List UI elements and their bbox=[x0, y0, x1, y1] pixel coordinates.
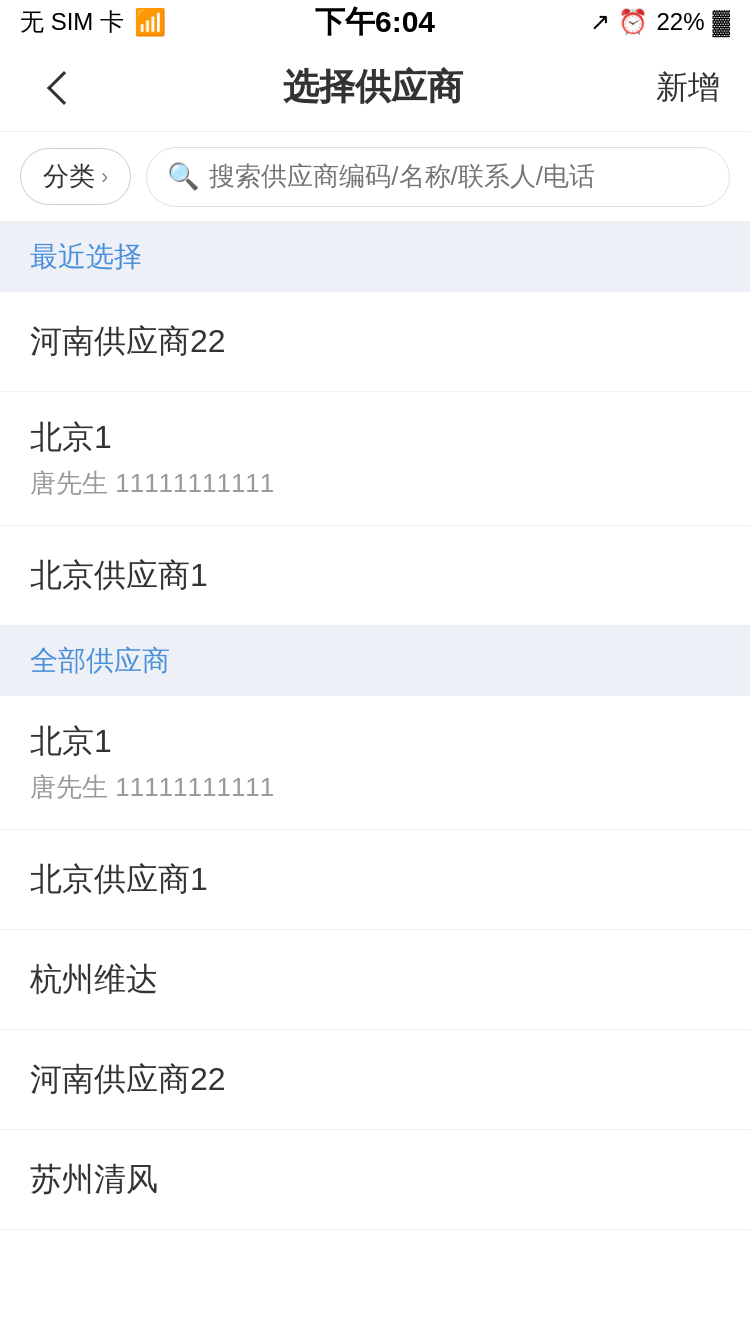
new-action-button[interactable]: 新增 bbox=[656, 66, 720, 110]
item-sub: 唐先生 11111111111 bbox=[30, 770, 720, 805]
item-name: 北京1 bbox=[30, 720, 720, 764]
all-section-header: 全部供应商 bbox=[0, 626, 750, 696]
battery-icon: ▓ bbox=[713, 8, 731, 36]
chevron-right-icon: › bbox=[101, 164, 108, 190]
all-list-item[interactable]: 河南供应商22 bbox=[0, 1030, 750, 1130]
wifi-icon: 📶 bbox=[134, 7, 166, 38]
nav-title: 选择供应商 bbox=[283, 63, 463, 112]
alarm-icon: ⏰ bbox=[618, 8, 648, 36]
location-icon: ↗ bbox=[590, 8, 610, 36]
nav-bar: 选择供应商 新增 bbox=[0, 44, 750, 132]
all-list-item[interactable]: 北京1 唐先生 11111111111 bbox=[0, 696, 750, 830]
search-input[interactable] bbox=[209, 161, 709, 192]
item-name: 河南供应商22 bbox=[30, 320, 720, 364]
category-label: 分类 bbox=[43, 159, 95, 194]
back-arrow-icon bbox=[47, 71, 81, 105]
search-box: 🔍 bbox=[146, 147, 730, 207]
recent-section-title: 最近选择 bbox=[30, 238, 142, 276]
status-right: ↗ ⏰ 22% ▓ bbox=[590, 8, 730, 36]
all-list-item[interactable]: 苏州清风 bbox=[0, 1130, 750, 1230]
recent-list-item[interactable]: 北京供应商1 bbox=[0, 526, 750, 626]
item-sub: 唐先生 11111111111 bbox=[30, 466, 720, 501]
battery-label: 22% bbox=[656, 8, 704, 36]
back-button[interactable] bbox=[30, 58, 90, 118]
item-name: 北京供应商1 bbox=[30, 554, 720, 598]
status-left: 无 SIM 卡 📶 bbox=[20, 6, 166, 38]
status-bar: 无 SIM 卡 📶 下午6:04 ↗ ⏰ 22% ▓ bbox=[0, 0, 750, 44]
all-list-item[interactable]: 杭州维达 bbox=[0, 930, 750, 1030]
search-icon: 🔍 bbox=[167, 161, 199, 192]
item-name: 河南供应商22 bbox=[30, 1058, 720, 1102]
recent-list: 河南供应商22 北京1 唐先生 11111111111 北京供应商1 bbox=[0, 292, 750, 626]
item-name: 杭州维达 bbox=[30, 958, 720, 1002]
all-section-title: 全部供应商 bbox=[30, 642, 170, 680]
sim-label: 无 SIM 卡 bbox=[20, 6, 124, 38]
item-name: 北京1 bbox=[30, 416, 720, 460]
all-list-item[interactable]: 北京供应商1 bbox=[0, 830, 750, 930]
item-name: 北京供应商1 bbox=[30, 858, 720, 902]
item-name: 苏州清风 bbox=[30, 1158, 720, 1202]
category-filter-button[interactable]: 分类 › bbox=[20, 148, 131, 205]
status-time: 下午6:04 bbox=[315, 2, 435, 43]
all-list: 北京1 唐先生 11111111111 北京供应商1 杭州维达河南供应商22 苏州清风 bbox=[0, 696, 750, 1230]
recent-list-item[interactable]: 河南供应商22 bbox=[0, 292, 750, 392]
filter-bar: 分类 › 🔍 bbox=[0, 132, 750, 222]
recent-list-item[interactable]: 北京1 唐先生 11111111111 bbox=[0, 392, 750, 526]
recent-section-header: 最近选择 bbox=[0, 222, 750, 292]
